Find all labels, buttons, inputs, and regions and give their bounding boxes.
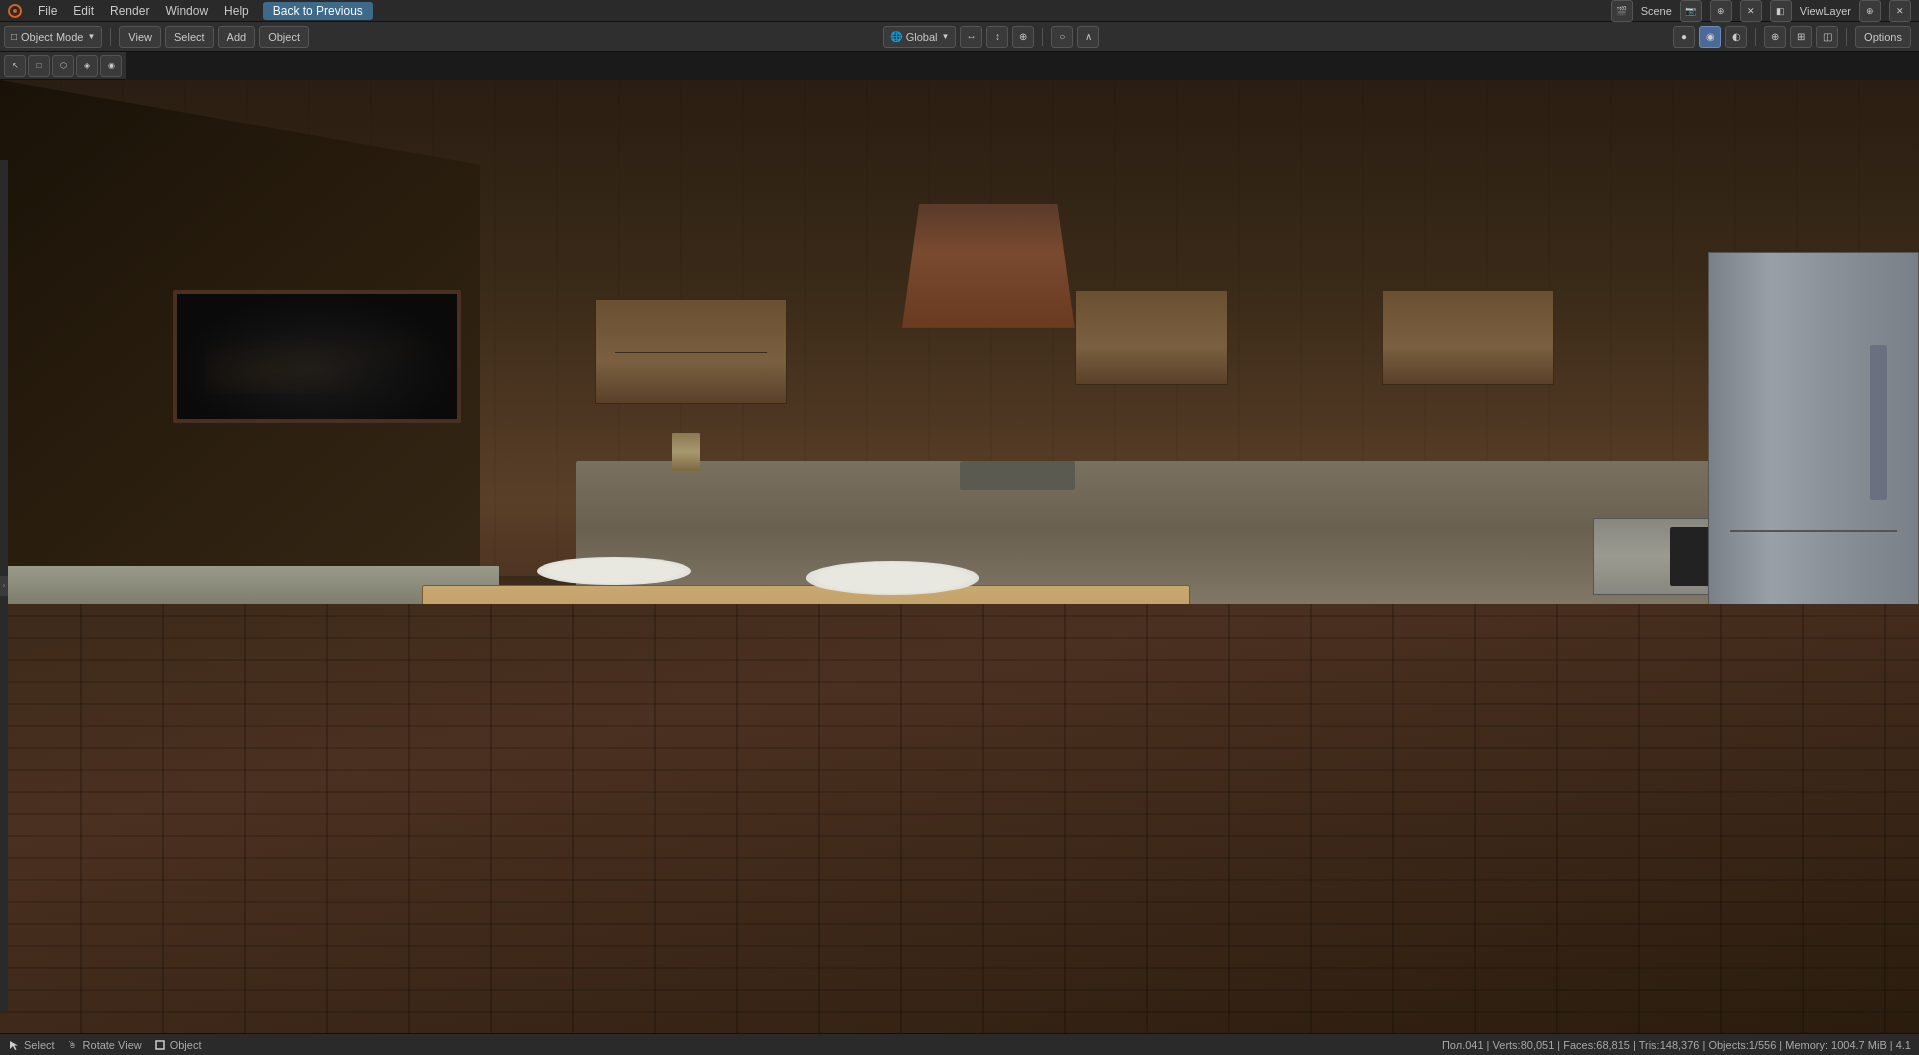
- back-to-previous-btn[interactable]: Back to Previous: [263, 2, 373, 20]
- separator-3: [1755, 28, 1756, 46]
- mini-btn-4[interactable]: ◈: [76, 55, 98, 77]
- file-menu[interactable]: File: [30, 2, 65, 20]
- select-mode-indicator: Select: [8, 1039, 55, 1051]
- overlay-icon[interactable]: ⊞: [1790, 26, 1812, 48]
- separator-4: [1846, 28, 1847, 46]
- select-label: Select: [24, 1039, 55, 1051]
- viewport-shading-render[interactable]: ◐: [1725, 26, 1747, 48]
- 3d-viewport[interactable]: ›: [0, 80, 1919, 1033]
- mini-btn-5[interactable]: ◉: [100, 55, 122, 77]
- global-icon: 🌐: [890, 31, 902, 42]
- mini-btn-3[interactable]: ⬡: [52, 55, 74, 77]
- transform-icon-1[interactable]: ↔: [960, 26, 982, 48]
- global-transform-dropdown[interactable]: 🌐 Global ▼: [883, 26, 957, 48]
- xray-icon[interactable]: ◫: [1816, 26, 1838, 48]
- bottle: [672, 433, 701, 471]
- view-layer-icon[interactable]: ◧: [1770, 0, 1792, 22]
- wall-artwork: [173, 290, 461, 423]
- global-label: Global: [906, 31, 938, 43]
- render-menu[interactable]: Render: [102, 2, 157, 20]
- proportional-edit-icon[interactable]: ○: [1051, 26, 1073, 48]
- top-menu-bar: File Edit Render Window Help Back to Pre…: [0, 0, 1919, 22]
- select-icon: [8, 1039, 20, 1051]
- object-btn[interactable]: Object: [259, 26, 309, 48]
- transform-icon-3[interactable]: ⊕: [1012, 26, 1034, 48]
- global-chevron: ▼: [941, 32, 949, 41]
- add-btn[interactable]: Add: [218, 26, 256, 48]
- scene-label: Scene: [1641, 5, 1672, 17]
- svg-point-1: [13, 9, 17, 13]
- scene-icon-3[interactable]: ⊕: [1710, 0, 1732, 22]
- snap-icon[interactable]: ∧: [1077, 26, 1099, 48]
- mini-toolbar: ↖ □ ⬡ ◈ ◉: [0, 52, 126, 80]
- mini-btn-1[interactable]: ↖: [4, 55, 26, 77]
- object-mode-icon: □: [11, 31, 17, 42]
- view-btn[interactable]: View: [119, 26, 161, 48]
- view-layer-icon-3[interactable]: ✕: [1889, 0, 1911, 22]
- separator-2: [1042, 28, 1043, 46]
- svg-rect-2: [156, 1041, 164, 1049]
- scene-background: [0, 80, 1919, 1033]
- upper-cabinet-far-right: [1382, 290, 1555, 385]
- mini-btn-2[interactable]: □: [28, 55, 50, 77]
- upper-cabinet-left: [595, 299, 787, 404]
- scene-stats: Пол.041 | Verts:80,051 | Faces:68,815 | …: [1442, 1039, 1911, 1051]
- scene-select-icon[interactable]: 🎬: [1611, 0, 1633, 22]
- window-menu[interactable]: Window: [157, 2, 216, 20]
- range-hood: [902, 204, 1075, 328]
- scene-icon-2[interactable]: 📷: [1680, 0, 1702, 22]
- object-label: Object: [170, 1039, 202, 1051]
- sink: [960, 461, 1075, 490]
- floor: [0, 604, 1919, 1033]
- rotate-view-indicator: 🖱 Rotate View: [67, 1039, 142, 1051]
- separator-1: [110, 28, 111, 46]
- object-mode-chevron: ▼: [87, 32, 95, 41]
- edit-menu[interactable]: Edit: [65, 2, 102, 20]
- viewport-shading-solid[interactable]: ●: [1673, 26, 1695, 48]
- left-sidebar-toggle[interactable]: ›: [0, 160, 8, 1011]
- status-info-text: Пол.041 | Verts:80,051 | Faces:68,815 | …: [1442, 1039, 1911, 1051]
- plate-2: [806, 561, 979, 594]
- transform-icon-2[interactable]: ↕: [986, 26, 1008, 48]
- blender-logo: [4, 0, 26, 22]
- gizmo-icon[interactable]: ⊕: [1764, 26, 1786, 48]
- object-mode-label: Object Mode: [21, 31, 83, 43]
- view-layer-icon-2[interactable]: ⊕: [1859, 0, 1881, 22]
- rotate-view-label: Rotate View: [83, 1039, 142, 1051]
- help-menu[interactable]: Help: [216, 2, 257, 20]
- plate-1: [537, 557, 691, 586]
- scene-icon-4[interactable]: ✕: [1740, 0, 1762, 22]
- second-toolbar: □ Object Mode ▼ View Select Add Object 🌐…: [0, 22, 1919, 52]
- upper-cabinet-right: [1075, 290, 1229, 385]
- viewport-shading-material[interactable]: ◉: [1699, 26, 1721, 48]
- bottom-status-bar: Select 🖱 Rotate View Object Пол.041 | Ve…: [0, 1033, 1919, 1055]
- options-btn[interactable]: Options: [1855, 26, 1911, 48]
- sidebar-expand-arrow[interactable]: ›: [0, 576, 8, 596]
- object-mode-dropdown[interactable]: □ Object Mode ▼: [4, 26, 102, 48]
- view-layer-label: ViewLayer: [1800, 5, 1851, 17]
- select-btn[interactable]: Select: [165, 26, 214, 48]
- object-indicator: Object: [154, 1039, 202, 1051]
